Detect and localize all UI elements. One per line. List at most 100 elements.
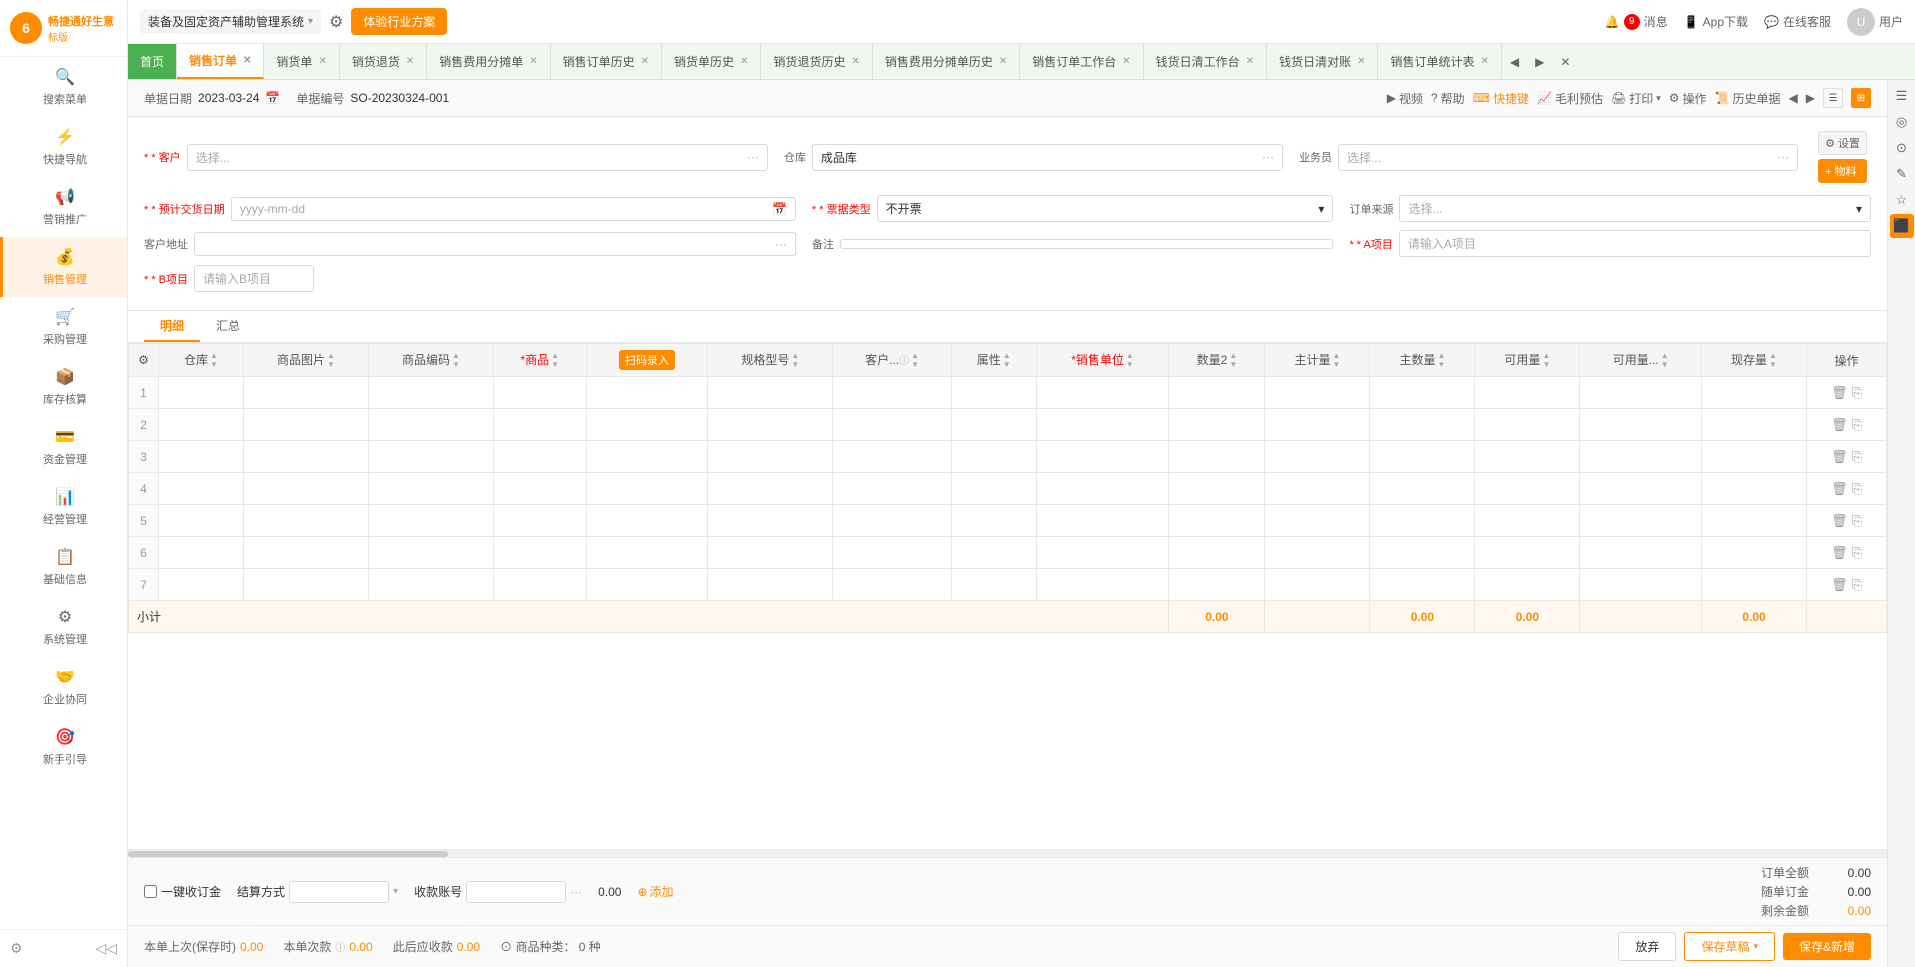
delivery-date-input[interactable]: yyyy-mm-dd 📅 [231,197,796,221]
a-project-input[interactable]: 请输入A项目 [1399,230,1871,257]
discard-button[interactable]: 放弃 [1618,932,1676,961]
row-customer-code[interactable] [833,377,951,409]
sidebar-item-system[interactable]: ⚙ 系统管理 [0,597,127,657]
online-service-item[interactable]: 💬 在线客服 [1764,13,1831,30]
add-payment-btn[interactable]: ⊕ 添加 [637,883,673,900]
sidebar-item-finance[interactable]: 💳 资金管理 [0,417,127,477]
sidebar-item-guide[interactable]: 🎯 新手引导 [0,717,127,777]
print-btn[interactable]: 🖨 打印 ▾ [1611,90,1661,107]
row-delete-icon[interactable]: 🗑 [1831,417,1848,433]
sidebar-item-search[interactable]: 🔍 搜索菜单 [0,57,127,117]
b-project-input[interactable]: 请输入B项目 [194,265,314,292]
account-input[interactable] [466,881,566,903]
row-warehouse[interactable] [159,377,244,409]
industry-button[interactable]: 体验行业方案 [351,8,447,35]
settings-icon[interactable]: ⚙ [10,940,23,957]
panel-icon-1[interactable]: ☰ [1890,84,1914,108]
warehouse-input[interactable]: 成品库 ··· [812,144,1283,171]
row-image[interactable] [243,377,368,409]
calendar-icon[interactable]: 📅 [265,91,280,105]
tab-order-stats[interactable]: 销售订单统计表 ✕ [1378,44,1501,79]
col-settings[interactable]: ⚙ [129,344,159,377]
tab-close-icon[interactable]: ✕ [641,56,649,67]
row-delete-icon[interactable]: 🗑 [1831,577,1848,593]
row-copy-icon[interactable]: ⎘ [1852,513,1862,529]
panel-icon-2[interactable]: ◎ [1890,110,1914,134]
tab-order-history[interactable]: 销售订单历史 ✕ [551,44,662,79]
history-btn[interactable]: 📜 历史单据 [1715,90,1781,107]
invoice-select[interactable]: 不开票 ▾ [877,195,1334,222]
address-input[interactable]: ··· [194,232,796,256]
notification-item[interactable]: 🔔 9 消息 [1605,13,1668,30]
save-new-button[interactable]: 保存&新增 [1783,933,1871,960]
next-record-btn[interactable]: ▶ [1806,91,1815,105]
row-delete-icon[interactable]: 🗑 [1831,385,1848,401]
sidebar-item-purchase[interactable]: 🛒 采购管理 [0,297,127,357]
salesperson-input[interactable]: 选择... ··· [1338,144,1798,171]
tab-close-icon[interactable]: ✕ [1122,56,1130,67]
tab-prev-btn[interactable]: ◀ [1502,44,1527,79]
row-delete-icon[interactable]: 🗑 [1831,545,1848,561]
row-code[interactable] [368,377,493,409]
panel-icon-5[interactable]: ☆ [1890,188,1914,212]
row-main-qty[interactable] [1370,377,1475,409]
one-click-checkbox[interactable] [144,885,157,898]
tab-cost-history[interactable]: 销售费用分摊单历史 ✕ [873,44,1020,79]
tab-cash-reconcile[interactable]: 钱货日清对账 ✕ [1267,44,1378,79]
tab-sales-return[interactable]: 销货退货 ✕ [340,44,427,79]
order-source-input[interactable]: 选择... ▾ [1399,195,1871,222]
row-qty2[interactable] [1169,377,1265,409]
row-copy-icon[interactable]: ⎘ [1852,481,1862,497]
tab-close-icon[interactable]: ✕ [1357,56,1365,67]
row-copy-icon[interactable]: ⎘ [1852,417,1862,433]
payment-input[interactable] [289,881,389,903]
sidebar-item-marketing[interactable]: 📢 营销推广 [0,177,127,237]
row-spec[interactable] [708,377,833,409]
tab-sales-order[interactable]: 销售订单 ✕ [177,44,264,79]
grid-view-btn[interactable]: ⊞ [1851,88,1871,108]
tab-sales-goods[interactable]: 销货单 ✕ [264,44,339,79]
tab-detail[interactable]: 明细 [144,311,200,342]
shortcut-btn[interactable]: ⌨ 快捷键 [1473,90,1529,107]
tab-close-icon[interactable]: ✕ [999,56,1007,67]
tab-order-workbench[interactable]: 销售订单工作台 ✕ [1020,44,1143,79]
tab-close-icon[interactable]: ✕ [529,56,537,67]
panel-icon-3[interactable]: ⊙ [1890,136,1914,160]
scan-btn[interactable]: 扫码录入 [619,350,675,370]
row-delete-icon[interactable]: 🗑 [1831,481,1848,497]
row-available[interactable] [1475,377,1580,409]
operate-btn[interactable]: ⚙ 操作 [1669,90,1707,107]
sidebar-item-enterprise[interactable]: 🤝 企业协同 [0,657,127,717]
row-main-unit[interactable] [1265,377,1370,409]
tab-sales-cost[interactable]: 销售费用分摊单 ✕ [427,44,550,79]
sidebar-item-quicknav[interactable]: ⚡ 快捷导航 [0,117,127,177]
row-unit[interactable] [1036,377,1169,409]
app-selector[interactable]: 装备及固定资产辅助管理系统 ▾ [140,9,321,34]
settings-button[interactable]: ⚙ 设置 [1818,131,1867,155]
sidebar-item-inventory[interactable]: 📦 库存核算 [0,357,127,417]
row-copy-icon[interactable]: ⎘ [1852,385,1862,401]
user-item[interactable]: U 用户 [1847,8,1903,36]
tab-close-icon[interactable]: ✕ [740,56,748,67]
prev-record-btn[interactable]: ◀ [1789,91,1798,105]
tab-next-btn[interactable]: ▶ [1527,44,1552,79]
tab-close-icon[interactable]: ✕ [1481,56,1489,67]
row-stock[interactable] [1702,377,1807,409]
sidebar-item-baseinfo[interactable]: 📋 基础信息 [0,537,127,597]
note-input[interactable] [840,239,1334,249]
customer-input[interactable]: 选择... ··· [187,144,768,171]
tab-menu-btn[interactable]: ✕ [1552,44,1578,79]
panel-icon-4[interactable]: ✎ [1890,162,1914,186]
row-delete-icon[interactable]: 🗑 [1831,449,1848,465]
row-copy-icon[interactable]: ⎘ [1852,545,1862,561]
tab-close-icon[interactable]: ✕ [406,56,414,67]
tab-close-icon[interactable]: ✕ [243,55,251,66]
table-scrollbar[interactable] [128,849,1887,857]
list-view-btn[interactable]: ☰ [1823,88,1843,108]
topbar-settings-icon[interactable]: ⚙ [329,12,343,32]
row-goods[interactable] [493,377,586,409]
tab-goods-history[interactable]: 销货单历史 ✕ [662,44,761,79]
profit-btn[interactable]: 📈 毛利预估 [1537,90,1603,107]
help-btn[interactable]: ? 帮助 [1431,90,1465,107]
sidebar-item-operations[interactable]: 📊 经营管理 [0,477,127,537]
